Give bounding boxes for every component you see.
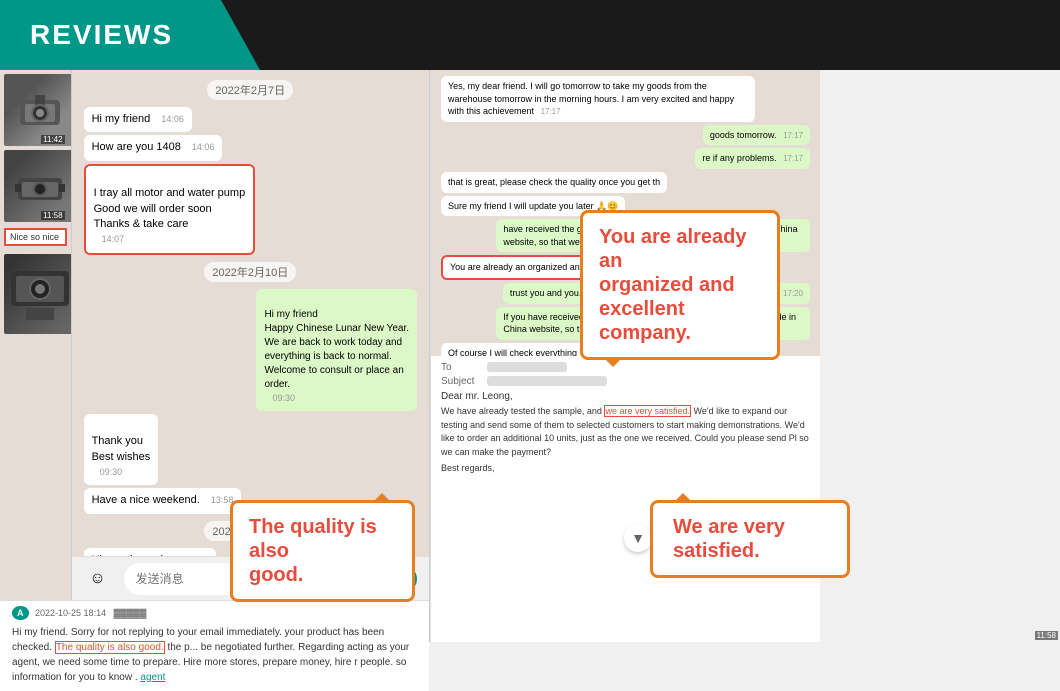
right-msg-2: goods tomorrow. 17:17 xyxy=(441,125,810,146)
review-highlight-1: The quality is also good. xyxy=(55,641,165,654)
msg-row-4: Hi my friend Happy Chinese Lunar New Yea… xyxy=(80,289,421,411)
callout-satisfied: We are very satisfied. xyxy=(650,500,850,578)
msg-time-2: 14:06 xyxy=(192,142,215,152)
date-divider-1: 2022年2月7日 xyxy=(207,80,293,100)
right-msg-3: re if any problems. 17:17 xyxy=(441,148,810,169)
nice-so-nice-label: Nice so nice xyxy=(4,228,67,246)
msg-text-1: Hi my friend xyxy=(92,113,151,125)
callout-excellent: You are already anorganized andexcellent… xyxy=(580,210,780,360)
msg-text-5: Thank you Best wishes xyxy=(92,435,151,462)
msg-time-5: 09:30 xyxy=(100,467,123,477)
msg-text-2: How are you 1408 xyxy=(92,141,181,153)
thumb-2[interactable]: 11:58 xyxy=(4,150,67,222)
msg-row-5: Thank you Best wishes 09:30 xyxy=(80,414,421,486)
thumb-3-container: 11:58 xyxy=(4,254,67,334)
right-time-3: 17:17 xyxy=(783,154,803,163)
email-subject-label: Subject xyxy=(441,376,481,387)
right-text-9: Of course I will check everything xyxy=(448,348,577,356)
msg-text-4: Hi my friend Happy Chinese Lunar New Yea… xyxy=(264,309,409,390)
msg-time-7: 11:29 xyxy=(186,555,208,556)
right-text-2: goods tomorrow. xyxy=(710,130,777,140)
email-highlight-2: we are very satisfied. xyxy=(604,405,691,417)
right-bubble-4: that is great, please check the quality … xyxy=(441,172,667,193)
thumb-time-1: 11:42 xyxy=(41,135,64,144)
review-text: Hi my friend. Sorry for not replying to … xyxy=(12,625,417,685)
email-to-label: To xyxy=(441,362,481,373)
email-best-regards: Best regards, xyxy=(441,463,810,473)
email-body: Dear mr. Leong, We have already tested t… xyxy=(441,391,810,473)
callout-satisfied-text: We are very satisfied. xyxy=(673,515,827,563)
msg-text-6: Have a nice weekend. xyxy=(92,494,200,506)
callout-quality-text: The quality is alsogood. xyxy=(249,515,396,587)
msg-bubble-5: Thank you Best wishes 09:30 xyxy=(84,414,159,486)
header: REVIEWS xyxy=(0,0,1060,70)
callout-quality: The quality is alsogood. xyxy=(230,500,415,602)
review-agent-link[interactable]: agent xyxy=(140,672,165,683)
msg-row-3: I tray all motor and water pump Good we … xyxy=(80,164,421,255)
right-time-2: 17:17 xyxy=(783,131,803,140)
right-msg-1: Yes, my dear friend. I will go tomorrow … xyxy=(441,76,810,122)
emoji-button[interactable]: ☺ xyxy=(84,565,112,593)
right-text-1: Yes, my dear friend. I will go tomorrow … xyxy=(448,81,734,116)
reviewer-avatar: A xyxy=(12,606,29,620)
email-to-value xyxy=(487,362,567,372)
msg-text-7: Hi, good morning xyxy=(92,554,176,556)
msg-time-3: 14:07 xyxy=(102,234,125,244)
msg-bubble-6: Have a nice weekend. 13:58 xyxy=(84,488,242,513)
msg-row-2: How are you 1408 14:06 xyxy=(80,135,421,160)
msg-time-1: 14:06 xyxy=(161,114,184,124)
email-subject-row: Subject xyxy=(441,376,810,387)
callout-excellent-text: You are already anorganized andexcellent… xyxy=(599,225,761,345)
date-divider-2: 2022年2月10日 xyxy=(204,262,296,282)
right-text-3: re if any problems. xyxy=(702,153,776,163)
email-body-text: We have already tested the sample, and w… xyxy=(441,405,810,459)
motor-image-3 xyxy=(4,254,72,334)
right-bubble-1: Yes, my dear friend. I will go tomorrow … xyxy=(441,76,755,122)
right-text-4: that is great, please check the quality … xyxy=(448,177,660,187)
reviewer-id: ▓▓▓▓▓ xyxy=(114,608,147,618)
email-to-row: To xyxy=(441,362,810,373)
page-container: REVIEWS xyxy=(0,0,1060,642)
right-time-7: 17:20 xyxy=(783,289,803,298)
thumb-time-2: 11:58 xyxy=(41,211,64,220)
email-section: To Subject Dear mr. Leong, We have alrea… xyxy=(431,356,820,642)
email-dear: Dear mr. Leong, xyxy=(441,391,810,402)
msg-bubble-1: Hi my friend 14:06 xyxy=(84,107,192,132)
email-body-1: We have already tested the sample, and xyxy=(441,406,602,416)
msg-bubble-3: I tray all motor and water pump Good we … xyxy=(84,164,256,255)
reviewer-date: 2022-10-25 18:14 xyxy=(35,608,106,618)
msg-time-4: 09:30 xyxy=(272,393,295,403)
email-subject-value xyxy=(487,376,607,386)
thumbnail-panel: 11:42 11:58 xyxy=(0,70,72,600)
thumb-1[interactable]: 11:42 xyxy=(4,74,67,146)
msg-bubble-4: Hi my friend Happy Chinese Lunar New Yea… xyxy=(256,289,417,411)
page-title: REVIEWS xyxy=(30,19,173,51)
right-time-1: 17:17 xyxy=(541,107,561,116)
msg-text-3: I tray all motor and water pump Good we … xyxy=(94,187,246,230)
right-msg-4: that is great, please check the quality … xyxy=(441,172,810,193)
msg-bubble-2: How are you 1408 14:06 xyxy=(84,135,223,160)
right-bubble-3: re if any problems. 17:17 xyxy=(695,148,810,169)
right-bubble-2: goods tomorrow. 17:17 xyxy=(703,125,810,146)
reviewer-info: A 2022-10-25 18:14 ▓▓▓▓▓ xyxy=(12,607,417,621)
msg-row-1: Hi my friend 14:06 xyxy=(80,107,421,132)
bottom-review-section: A 2022-10-25 18:14 ▓▓▓▓▓ Hi my friend. S… xyxy=(0,600,429,691)
scroll-down-button[interactable]: ▼ xyxy=(624,524,652,552)
msg-bubble-7: Hi, good morning 11:29 xyxy=(84,548,217,556)
